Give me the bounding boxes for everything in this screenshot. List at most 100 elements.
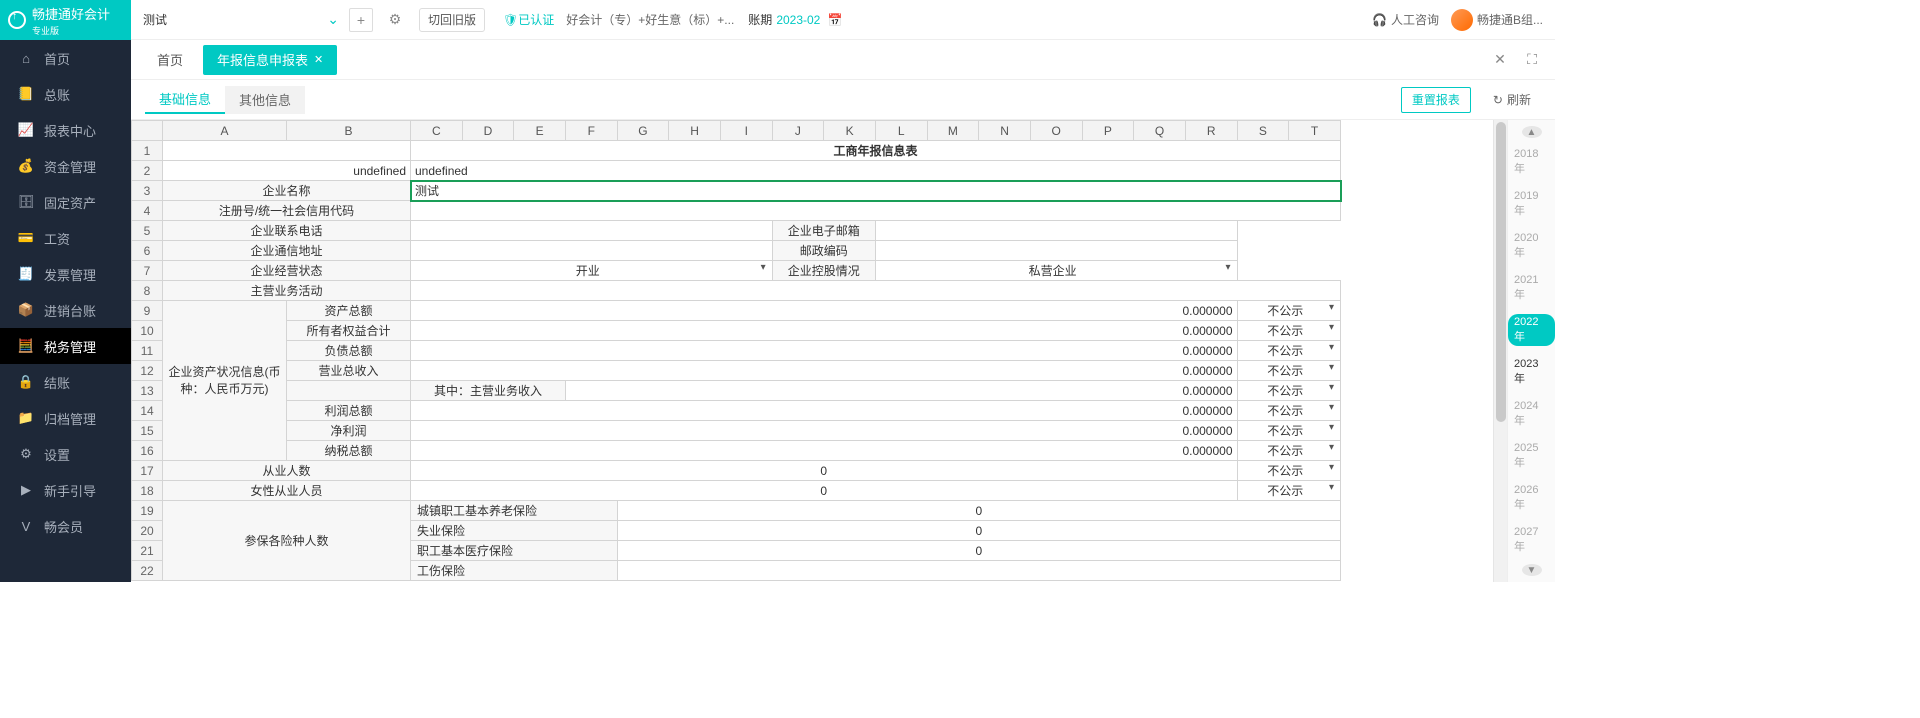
row-header[interactable]: 4 [132, 201, 163, 221]
col-header[interactable]: P [1082, 121, 1134, 141]
refresh-button[interactable]: ↻ 刷新 [1483, 87, 1541, 113]
col-header[interactable]: A [163, 121, 287, 141]
row-header[interactable]: 21 [132, 541, 163, 561]
spreadsheet[interactable]: ABCDEFGHIJKLMNOPQRST1工商年报信息表2undefinedun… [131, 120, 1493, 582]
row-header[interactable]: 15 [132, 421, 163, 441]
publicity-dropdown[interactable]: 不公示 [1237, 381, 1341, 401]
publicity-dropdown[interactable]: 不公示 [1237, 341, 1341, 361]
row-header[interactable]: 2 [132, 161, 163, 181]
subtab-0[interactable]: 基础信息 [145, 86, 225, 114]
row-header[interactable]: 14 [132, 401, 163, 421]
user-menu[interactable]: 畅捷通B组... [1451, 9, 1543, 31]
row-header[interactable]: 19 [132, 501, 163, 521]
sidebar-item-9[interactable]: 🔒结账 [0, 364, 131, 400]
gear-icon[interactable]: ⚙ [383, 8, 407, 32]
add-button[interactable]: + [349, 8, 373, 32]
page-tab-1[interactable]: 年报信息申报表✕ [203, 45, 337, 75]
company-dropdown[interactable]: 测试 ⌄ [143, 11, 339, 28]
col-header[interactable]: Q [1134, 121, 1186, 141]
col-header[interactable]: F [565, 121, 617, 141]
col-header[interactable]: O [1030, 121, 1082, 141]
close-all-tabs-button[interactable]: ✕ [1489, 49, 1511, 71]
sidebar-item-2[interactable]: 📈报表中心 [0, 112, 131, 148]
row-header[interactable]: 6 [132, 241, 163, 261]
page-tab-0[interactable]: 首页 [143, 45, 197, 75]
row-header[interactable]: 5 [132, 221, 163, 241]
sidebar-item-12[interactable]: ▶新手引导 [0, 472, 131, 508]
publicity-dropdown[interactable]: 不公示 [1237, 361, 1341, 381]
close-icon[interactable]: ✕ [314, 53, 323, 66]
holding-dropdown[interactable]: 私营企业 [875, 261, 1237, 281]
publicity-dropdown[interactable]: 不公示 [1237, 441, 1341, 461]
col-header[interactable]: N [979, 121, 1031, 141]
col-header[interactable]: L [875, 121, 927, 141]
status-dropdown[interactable]: 开业 [411, 261, 773, 281]
reg-number-cell[interactable] [411, 201, 1341, 221]
fullscreen-icon[interactable]: ⛶ [1521, 49, 1543, 71]
col-header[interactable]: C [411, 121, 463, 141]
col-header[interactable]: G [617, 121, 669, 141]
sidebar-item-0[interactable]: ⌂首页 [0, 40, 131, 76]
company-name-cell[interactable]: 测试 [411, 181, 1341, 201]
col-header[interactable]: K [824, 121, 876, 141]
sidebar-item-8[interactable]: 🧮税务管理 [0, 328, 131, 364]
row-header[interactable]: 22 [132, 561, 163, 581]
row-header[interactable]: 8 [132, 281, 163, 301]
col-header[interactable]: T [1289, 121, 1341, 141]
sidebar-item-10[interactable]: 📁归档管理 [0, 400, 131, 436]
row-header[interactable]: 20 [132, 521, 163, 541]
sidebar-item-7[interactable]: 📦进销台账 [0, 292, 131, 328]
col-header[interactable]: I [720, 121, 772, 141]
row-header[interactable]: 3 [132, 181, 163, 201]
certified-badge[interactable]: 🛡 已认证 [503, 11, 554, 28]
publicity-dropdown[interactable]: 不公示 [1237, 461, 1341, 481]
sidebar-item-3[interactable]: 💰资金管理 [0, 148, 131, 184]
sidebar-item-4[interactable]: 🗄固定资产 [0, 184, 131, 220]
col-header[interactable]: D [462, 121, 514, 141]
row-header[interactable]: 7 [132, 261, 163, 281]
sidebar-item-11[interactable]: ⚙设置 [0, 436, 131, 472]
col-header[interactable]: M [927, 121, 979, 141]
vertical-scrollbar[interactable] [1493, 120, 1507, 582]
sidebar-item-5[interactable]: 💳工资 [0, 220, 131, 256]
support-link[interactable]: 🎧 人工咨询 [1372, 11, 1439, 28]
avatar [1451, 9, 1473, 31]
year-2018年: 2018年 [1508, 146, 1555, 178]
publicity-dropdown[interactable]: 不公示 [1237, 401, 1341, 421]
col-header[interactable]: R [1185, 121, 1237, 141]
brand-logo[interactable]: 畅捷通好会计 专业版 [0, 0, 131, 40]
subtab-1[interactable]: 其他信息 [225, 86, 305, 114]
sidebar-item-13[interactable]: V畅会员 [0, 508, 131, 544]
year-2020年: 2020年 [1508, 230, 1555, 262]
reset-report-button[interactable]: 重置报表 [1401, 87, 1471, 113]
year-2022年[interactable]: 2022年 [1508, 314, 1555, 346]
sidebar-item-1[interactable]: 📒总账 [0, 76, 131, 112]
col-header[interactable]: S [1237, 121, 1289, 141]
period-dropdown[interactable]: 2023-02 📅 [776, 13, 842, 27]
switch-old-button[interactable]: 切回旧版 [419, 8, 485, 32]
nav-icon: 🗄 [18, 194, 34, 210]
col-header[interactable] [132, 121, 163, 141]
publicity-dropdown[interactable]: 不公示 [1237, 321, 1341, 341]
row-header[interactable]: 13 [132, 381, 163, 401]
row-header[interactable]: 17 [132, 461, 163, 481]
col-header[interactable]: B [287, 121, 411, 141]
row-header[interactable]: 12 [132, 361, 163, 381]
row-header[interactable]: 1 [132, 141, 163, 161]
certified-label: 已认证 [518, 11, 554, 28]
publicity-dropdown[interactable]: 不公示 [1237, 301, 1341, 321]
year-2023年[interactable]: 2023年 [1508, 356, 1555, 388]
col-header[interactable]: H [669, 121, 721, 141]
row-header[interactable]: 9 [132, 301, 163, 321]
publicity-dropdown[interactable]: 不公示 [1237, 421, 1341, 441]
year-scroll-up[interactable]: ▲ [1522, 126, 1542, 138]
year-scroll-down[interactable]: ▼ [1522, 564, 1542, 576]
col-header[interactable]: E [514, 121, 566, 141]
row-header[interactable]: 16 [132, 441, 163, 461]
sidebar-item-6[interactable]: 🧾发票管理 [0, 256, 131, 292]
publicity-dropdown[interactable]: 不公示 [1237, 481, 1341, 501]
row-header[interactable]: 18 [132, 481, 163, 501]
row-header[interactable]: 11 [132, 341, 163, 361]
col-header[interactable]: J [772, 121, 824, 141]
row-header[interactable]: 10 [132, 321, 163, 341]
